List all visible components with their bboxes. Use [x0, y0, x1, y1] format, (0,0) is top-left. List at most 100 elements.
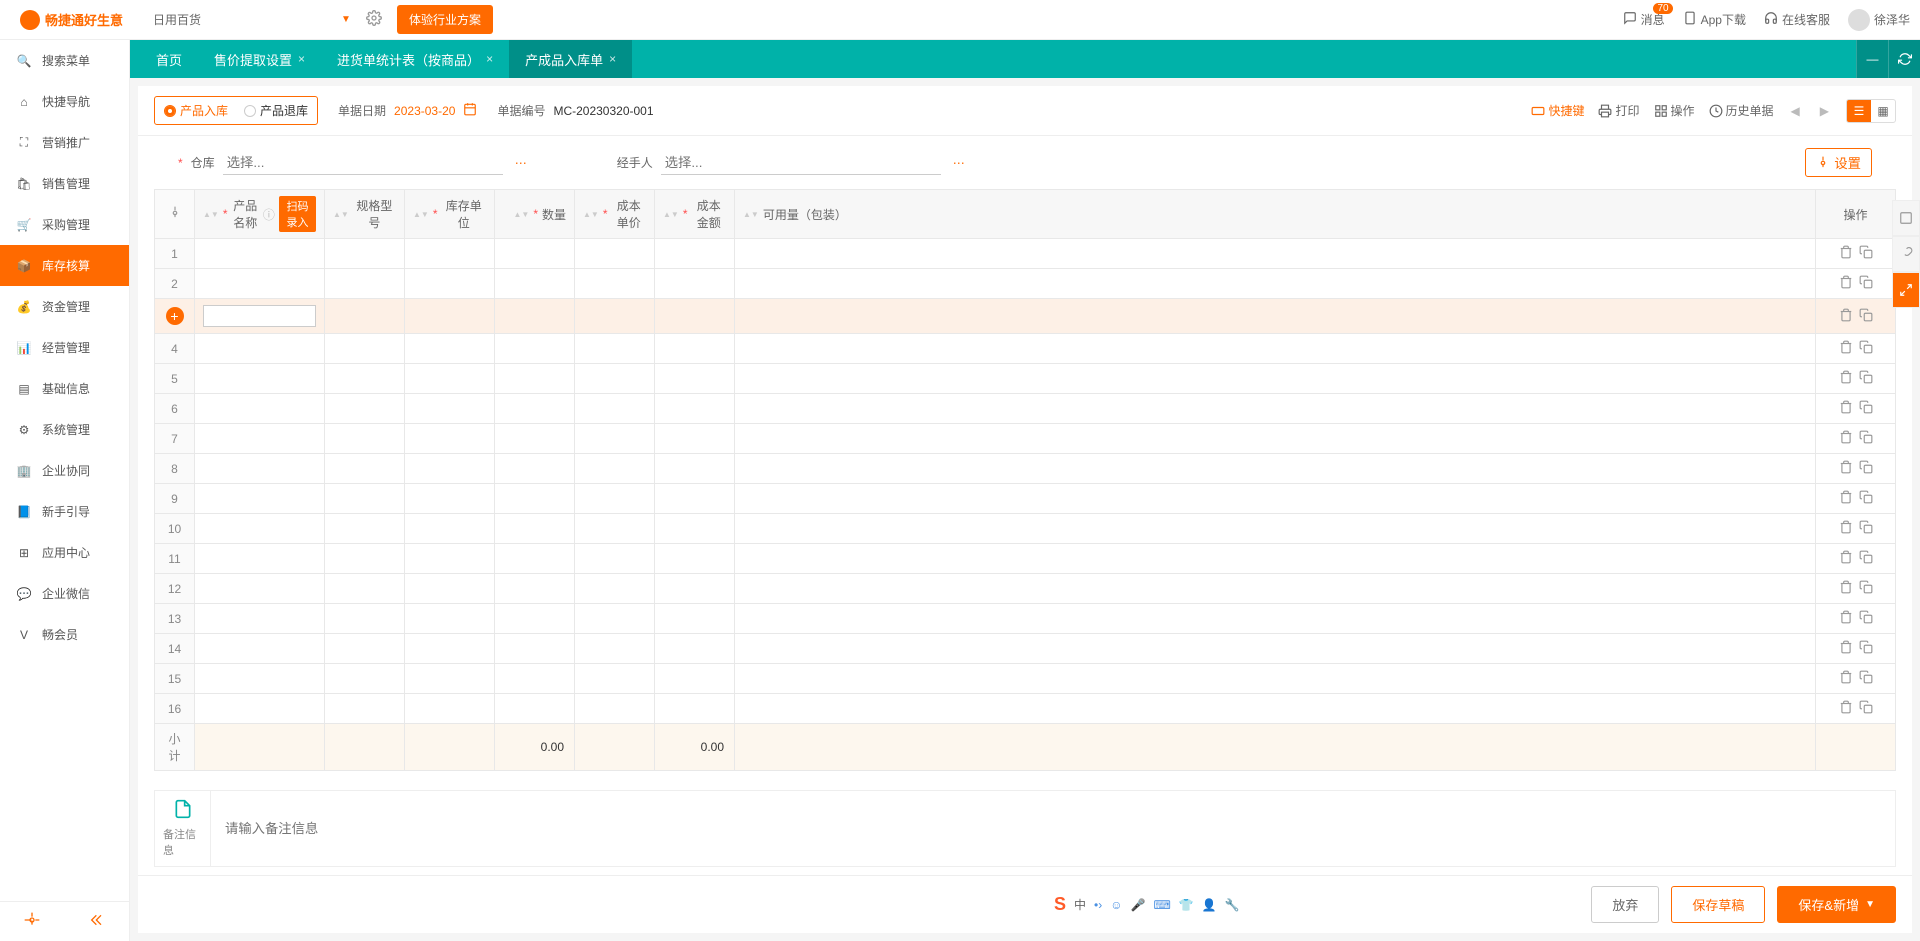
- delete-row-icon[interactable]: [1839, 343, 1853, 357]
- sidebar-item-3[interactable]: 🛍销售管理: [0, 163, 129, 204]
- delete-row-icon[interactable]: [1839, 643, 1853, 657]
- prev-doc-button[interactable]: ◀: [1788, 104, 1803, 118]
- sidebar-item-8[interactable]: ▤基础信息: [0, 368, 129, 409]
- ime-smile-icon[interactable]: ☺: [1110, 898, 1122, 912]
- tab-close-icon[interactable]: ×: [609, 52, 616, 66]
- ime-lang[interactable]: 中: [1074, 896, 1086, 913]
- delete-row-icon[interactable]: [1839, 278, 1853, 292]
- copy-row-icon[interactable]: [1859, 248, 1873, 262]
- strip-btn-3[interactable]: [1892, 272, 1920, 308]
- ime-user-icon[interactable]: 👤: [1202, 898, 1217, 912]
- strip-btn-1[interactable]: [1892, 200, 1920, 236]
- history-link[interactable]: 历史单据: [1709, 102, 1774, 119]
- copy-row-icon[interactable]: [1859, 373, 1873, 387]
- ime-mic-icon[interactable]: 🎤: [1131, 898, 1146, 912]
- copy-row-icon[interactable]: [1859, 583, 1873, 597]
- col-price[interactable]: ▲▼*成本单价: [575, 190, 655, 239]
- sidebar-item-5[interactable]: 📦库存核算: [0, 245, 129, 286]
- table-row[interactable]: 11: [155, 544, 1896, 574]
- gear-icon[interactable]: [366, 10, 382, 29]
- tab-1[interactable]: 售价提取设置×: [198, 40, 321, 78]
- delete-row-icon[interactable]: [1839, 673, 1853, 687]
- table-row[interactable]: 7: [155, 424, 1896, 454]
- table-row[interactable]: 15: [155, 664, 1896, 694]
- strip-btn-2[interactable]: [1892, 236, 1920, 272]
- copy-row-icon[interactable]: [1859, 613, 1873, 627]
- table-row[interactable]: 9: [155, 484, 1896, 514]
- copy-row-icon[interactable]: [1859, 703, 1873, 717]
- help-icon[interactable]: ⓘ: [263, 206, 275, 223]
- delete-row-icon[interactable]: [1839, 613, 1853, 627]
- tab-3[interactable]: 产成品入库单×: [509, 40, 632, 78]
- print-link[interactable]: 打印: [1598, 102, 1639, 119]
- col-unit[interactable]: ▲▼*库存单位: [405, 190, 495, 239]
- delete-row-icon[interactable]: [1839, 523, 1853, 537]
- delete-row-icon[interactable]: [1839, 311, 1853, 325]
- messages-link[interactable]: 消息 70: [1623, 11, 1665, 28]
- sidebar-collapse-button[interactable]: [65, 902, 130, 941]
- handler-input[interactable]: [661, 151, 941, 175]
- warehouse-input[interactable]: [223, 151, 503, 175]
- table-row[interactable]: 6: [155, 394, 1896, 424]
- tab-close-icon[interactable]: ×: [486, 52, 493, 66]
- table-row[interactable]: 5: [155, 364, 1896, 394]
- sidebar-item-13[interactable]: 💬企业微信: [0, 573, 129, 614]
- sidebar-item-0[interactable]: 🔍搜索菜单: [0, 40, 129, 81]
- copy-row-icon[interactable]: [1859, 523, 1873, 537]
- shortcut-link[interactable]: 快捷键: [1531, 102, 1584, 119]
- copy-row-icon[interactable]: [1859, 278, 1873, 292]
- delete-row-icon[interactable]: [1839, 433, 1853, 447]
- operate-link[interactable]: 操作: [1654, 102, 1695, 119]
- warehouse-more-icon[interactable]: ⋯: [515, 156, 527, 170]
- user-menu[interactable]: 徐泽华: [1848, 9, 1910, 31]
- sidebar-item-14[interactable]: V畅会员: [0, 614, 129, 655]
- ime-keyboard-icon[interactable]: ⌨: [1153, 898, 1170, 912]
- table-row[interactable]: 13: [155, 604, 1896, 634]
- table-row[interactable]: 2: [155, 269, 1896, 299]
- delete-row-icon[interactable]: [1839, 403, 1853, 417]
- table-row[interactable]: 4: [155, 334, 1896, 364]
- delete-row-icon[interactable]: [1839, 248, 1853, 262]
- delete-row-icon[interactable]: [1839, 463, 1853, 477]
- add-row-button[interactable]: +: [166, 307, 184, 325]
- category-selector[interactable]: 日用百货 ▼: [153, 11, 351, 28]
- col-amount[interactable]: ▲▼*成本金额: [655, 190, 735, 239]
- table-row[interactable]: 10: [155, 514, 1896, 544]
- radio-product-out[interactable]: 产品退库: [238, 100, 314, 121]
- col-config[interactable]: [155, 190, 195, 239]
- sidebar-item-11[interactable]: 📘新手引导: [0, 491, 129, 532]
- customer-service-link[interactable]: 在线客服: [1764, 11, 1830, 28]
- app-download-link[interactable]: App下载: [1683, 11, 1746, 28]
- delete-row-icon[interactable]: [1839, 493, 1853, 507]
- delete-row-icon[interactable]: [1839, 553, 1853, 567]
- copy-row-icon[interactable]: [1859, 343, 1873, 357]
- sidebar-item-7[interactable]: 📊经营管理: [0, 327, 129, 368]
- sidebar-item-2[interactable]: ⛶营销推广: [0, 122, 129, 163]
- tabs-refresh-button[interactable]: [1888, 40, 1920, 78]
- ime-skin-icon[interactable]: 👕: [1179, 898, 1194, 912]
- delete-row-icon[interactable]: [1839, 583, 1853, 597]
- table-row[interactable]: 1: [155, 239, 1896, 269]
- delete-row-icon[interactable]: [1839, 373, 1853, 387]
- table-row[interactable]: 12: [155, 574, 1896, 604]
- calendar-icon[interactable]: [463, 102, 477, 119]
- industry-plan-button[interactable]: 体验行业方案: [397, 5, 493, 34]
- sidebar-item-4[interactable]: 🛒采购管理: [0, 204, 129, 245]
- ime-dot-icon[interactable]: •›: [1094, 898, 1102, 912]
- sidebar-settings-button[interactable]: [0, 902, 65, 941]
- next-doc-button[interactable]: ▶: [1817, 104, 1832, 118]
- delete-row-icon[interactable]: [1839, 703, 1853, 717]
- ime-tool-icon[interactable]: 🔧: [1225, 898, 1240, 912]
- sidebar-item-9[interactable]: ⚙系统管理: [0, 409, 129, 450]
- copy-row-icon[interactable]: [1859, 311, 1873, 325]
- table-row[interactable]: 16: [155, 694, 1896, 724]
- sidebar-item-10[interactable]: 🏢企业协同: [0, 450, 129, 491]
- scan-button[interactable]: 扫码录入: [279, 196, 316, 232]
- sidebar-item-6[interactable]: 💰资金管理: [0, 286, 129, 327]
- view-card-button[interactable]: ▦: [1871, 100, 1895, 122]
- table-row[interactable]: +: [155, 299, 1896, 334]
- tabs-minimize-button[interactable]: —: [1856, 40, 1888, 78]
- handler-more-icon[interactable]: ⋯: [953, 156, 965, 170]
- copy-row-icon[interactable]: [1859, 463, 1873, 477]
- save-draft-button[interactable]: 保存草稿: [1671, 886, 1765, 923]
